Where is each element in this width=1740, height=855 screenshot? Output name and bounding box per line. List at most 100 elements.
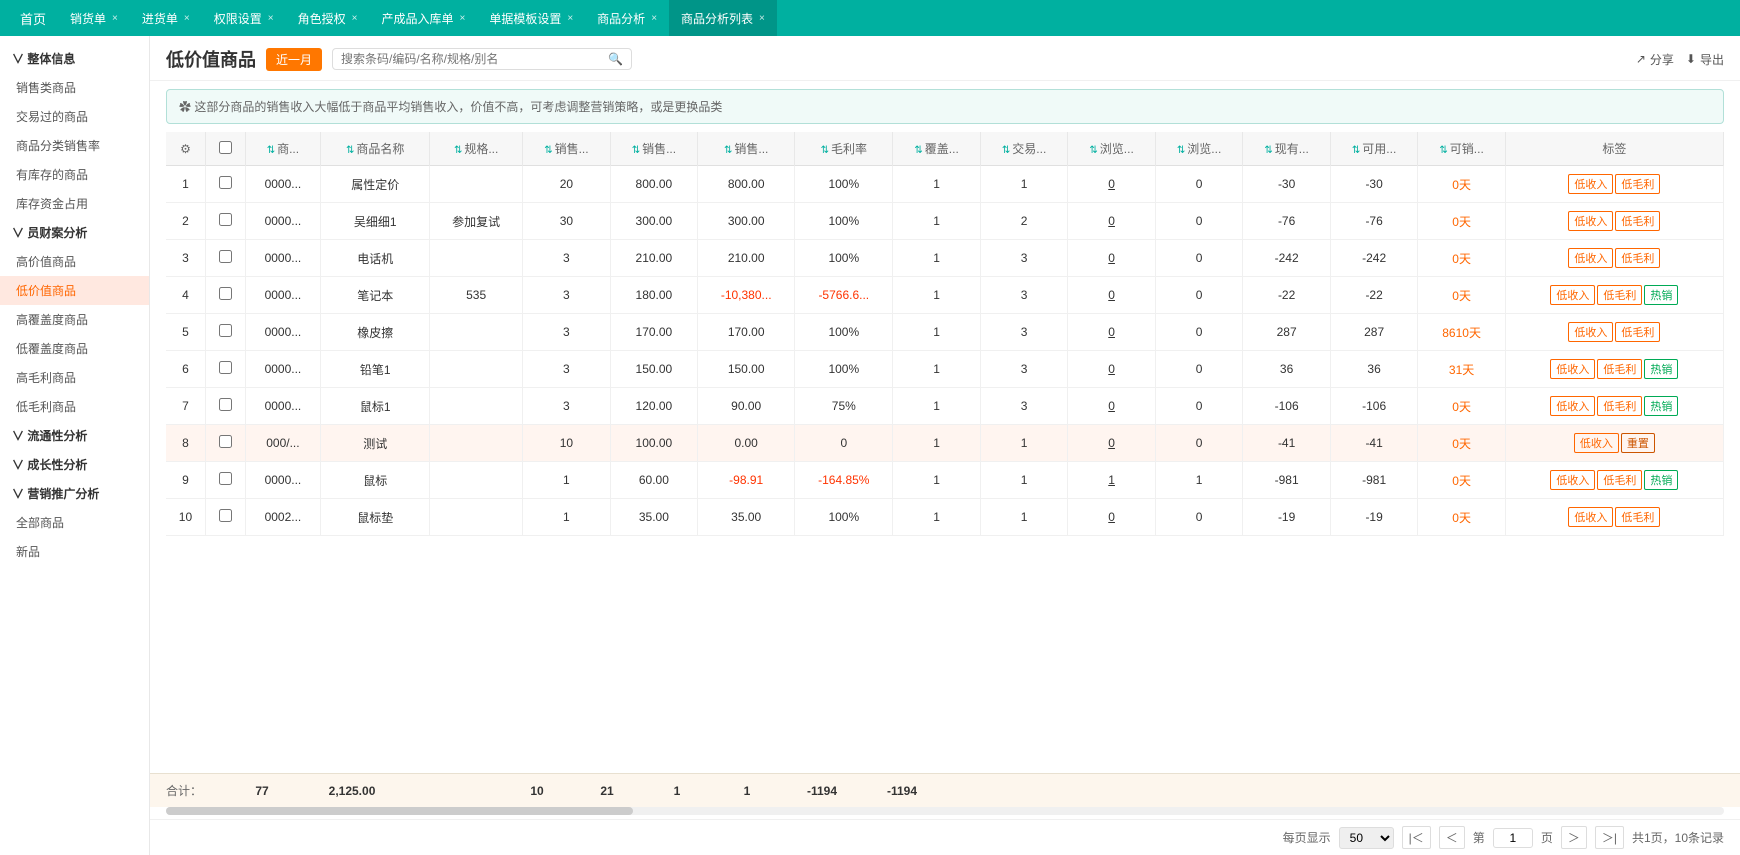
close-icon[interactable]: × xyxy=(352,13,358,24)
col-current[interactable]: ⇅现有... xyxy=(1243,132,1331,166)
row-checkbox[interactable] xyxy=(219,287,232,300)
views-link[interactable]: 1 xyxy=(1108,473,1115,487)
views-link[interactable]: 0 xyxy=(1108,436,1115,450)
col-sales1[interactable]: ⇅销售... xyxy=(523,132,611,166)
next-page-btn[interactable]: ＞ xyxy=(1561,826,1587,849)
filter-btn[interactable]: 近一月 xyxy=(266,48,322,71)
row-views1[interactable]: 0 xyxy=(1068,277,1156,314)
search-icon[interactable]: 🔍 xyxy=(608,52,623,66)
row-views1[interactable]: 0 xyxy=(1068,388,1156,425)
last-page-btn[interactable]: ＞| xyxy=(1595,826,1624,849)
close-icon[interactable]: × xyxy=(268,13,274,24)
col-views2[interactable]: ⇅浏览... xyxy=(1155,132,1243,166)
sidebar-group-flow[interactable]: ∨ 流通性分析 xyxy=(0,421,149,450)
nav-template[interactable]: 单据模板设置 × xyxy=(477,0,585,36)
nav-products[interactable]: 产成品入库单 × xyxy=(369,0,477,36)
sidebar-item-low-value[interactable]: 低价值商品 xyxy=(0,276,149,305)
col-views1[interactable]: ⇅浏览... xyxy=(1068,132,1156,166)
close-icon[interactable]: × xyxy=(759,13,765,24)
prev-page-btn[interactable]: ＜ xyxy=(1439,826,1465,849)
share-btn[interactable]: ↗ 分享 xyxy=(1636,51,1674,68)
footer-col4: 10 xyxy=(502,784,572,798)
sidebar-item-new-goods[interactable]: 新品 xyxy=(0,537,149,566)
sidebar-item-category-sales[interactable]: 商品分类销售率 xyxy=(0,131,149,160)
col-code[interactable]: ⇅商... xyxy=(245,132,321,166)
sidebar-group-overview[interactable]: ∨ 整体信息 xyxy=(0,44,149,73)
row-views1[interactable]: 0 xyxy=(1068,240,1156,277)
row-views1[interactable]: 0 xyxy=(1068,351,1156,388)
sidebar-item-low-coverage[interactable]: 低覆盖度商品 xyxy=(0,334,149,363)
select-all-checkbox[interactable] xyxy=(219,141,232,154)
row-views1[interactable]: 0 xyxy=(1068,425,1156,462)
row-sales-total: 170.00 xyxy=(698,314,795,351)
row-views1[interactable]: 0 xyxy=(1068,166,1156,203)
views-link[interactable]: 0 xyxy=(1108,177,1115,191)
views-link[interactable]: 0 xyxy=(1108,510,1115,524)
sidebar-item-high-value[interactable]: 高价值商品 xyxy=(0,247,149,276)
sidebar-group-growth[interactable]: ∨ 成长性分析 xyxy=(0,450,149,479)
views-link[interactable]: 0 xyxy=(1108,214,1115,228)
row-views1[interactable]: 0 xyxy=(1068,314,1156,351)
row-days: 31天 xyxy=(1418,351,1506,388)
tag: 低收入 xyxy=(1568,507,1613,527)
views-link[interactable]: 0 xyxy=(1108,399,1115,413)
views-link[interactable]: 0 xyxy=(1108,325,1115,339)
col-spec[interactable]: ⇅规格... xyxy=(430,132,523,166)
page-input[interactable] xyxy=(1493,828,1533,848)
row-checkbox[interactable] xyxy=(219,176,232,189)
nav-roles[interactable]: 角色授权 × xyxy=(286,0,370,36)
views-link[interactable]: 0 xyxy=(1108,288,1115,302)
sidebar-item-stock-goods[interactable]: 有库存的商品 xyxy=(0,160,149,189)
row-checkbox[interactable] xyxy=(219,361,232,374)
row-checkbox[interactable] xyxy=(219,398,232,411)
col-trade[interactable]: ⇅交易... xyxy=(980,132,1068,166)
first-page-btn[interactable]: |＜ xyxy=(1402,826,1431,849)
row-checkbox[interactable] xyxy=(219,213,232,226)
col-available[interactable]: ⇅可用... xyxy=(1330,132,1418,166)
nav-sales[interactable]: 销货单 × xyxy=(58,0,130,36)
sidebar-item-traded-goods[interactable]: 交易过的商品 xyxy=(0,102,149,131)
nav-product-analysis[interactable]: 商品分析 × xyxy=(585,0,669,36)
row-views1[interactable]: 0 xyxy=(1068,203,1156,240)
row-checkbox[interactable] xyxy=(219,472,232,485)
nav-analysis-list[interactable]: 商品分析列表 × xyxy=(669,0,777,36)
row-checkbox[interactable] xyxy=(219,250,232,263)
col-sellable[interactable]: ⇅可销... xyxy=(1418,132,1506,166)
sidebar-item-sales-goods[interactable]: 销售类商品 xyxy=(0,73,149,102)
sidebar-item-high-margin[interactable]: 高毛利商品 xyxy=(0,363,149,392)
row-checkbox[interactable] xyxy=(219,509,232,522)
row-checkbox[interactable] xyxy=(219,324,232,337)
row-views1[interactable]: 0 xyxy=(1068,499,1156,536)
sidebar-item-stock-capital[interactable]: 库存资金占用 xyxy=(0,189,149,218)
col-coverage[interactable]: ⇅覆盖... xyxy=(893,132,981,166)
col-margin[interactable]: ⇅毛利率 xyxy=(795,132,893,166)
page-size-select[interactable]: 50 20 100 xyxy=(1339,827,1394,849)
scrollbar-track[interactable] xyxy=(166,807,1724,815)
sidebar-group-value[interactable]: ∨ 员财案分析 xyxy=(0,218,149,247)
col-sales3[interactable]: ⇅销售... xyxy=(698,132,795,166)
close-icon[interactable]: × xyxy=(112,13,118,24)
sidebar-item-low-margin[interactable]: 低毛利商品 xyxy=(0,392,149,421)
col-name[interactable]: ⇅商品名称 xyxy=(321,132,430,166)
row-views1[interactable]: 1 xyxy=(1068,462,1156,499)
col-sales2[interactable]: ⇅销售... xyxy=(610,132,698,166)
close-icon[interactable]: × xyxy=(651,13,657,24)
sidebar-group-marketing[interactable]: ∨ 营销推广分析 xyxy=(0,479,149,508)
export-btn[interactable]: ⬇ 导出 xyxy=(1686,51,1724,68)
sidebar-item-high-coverage[interactable]: 高覆盖度商品 xyxy=(0,305,149,334)
nav-purchase[interactable]: 进货单 × xyxy=(130,0,202,36)
views-link[interactable]: 0 xyxy=(1108,362,1115,376)
row-checkbox[interactable] xyxy=(219,435,232,448)
row-code: 0002... xyxy=(245,499,321,536)
col-settings[interactable]: ⚙ xyxy=(166,132,205,166)
close-icon[interactable]: × xyxy=(567,13,573,24)
close-icon[interactable]: × xyxy=(184,13,190,24)
nav-permissions[interactable]: 权限设置 × xyxy=(202,0,286,36)
row-sales-qty: 3 xyxy=(523,277,611,314)
scrollbar-thumb[interactable] xyxy=(166,807,633,815)
sidebar-item-all-goods[interactable]: 全部商品 xyxy=(0,508,149,537)
search-input[interactable] xyxy=(341,52,604,66)
nav-home[interactable]: 首页 xyxy=(8,0,58,36)
close-icon[interactable]: × xyxy=(459,13,465,24)
views-link[interactable]: 0 xyxy=(1108,251,1115,265)
